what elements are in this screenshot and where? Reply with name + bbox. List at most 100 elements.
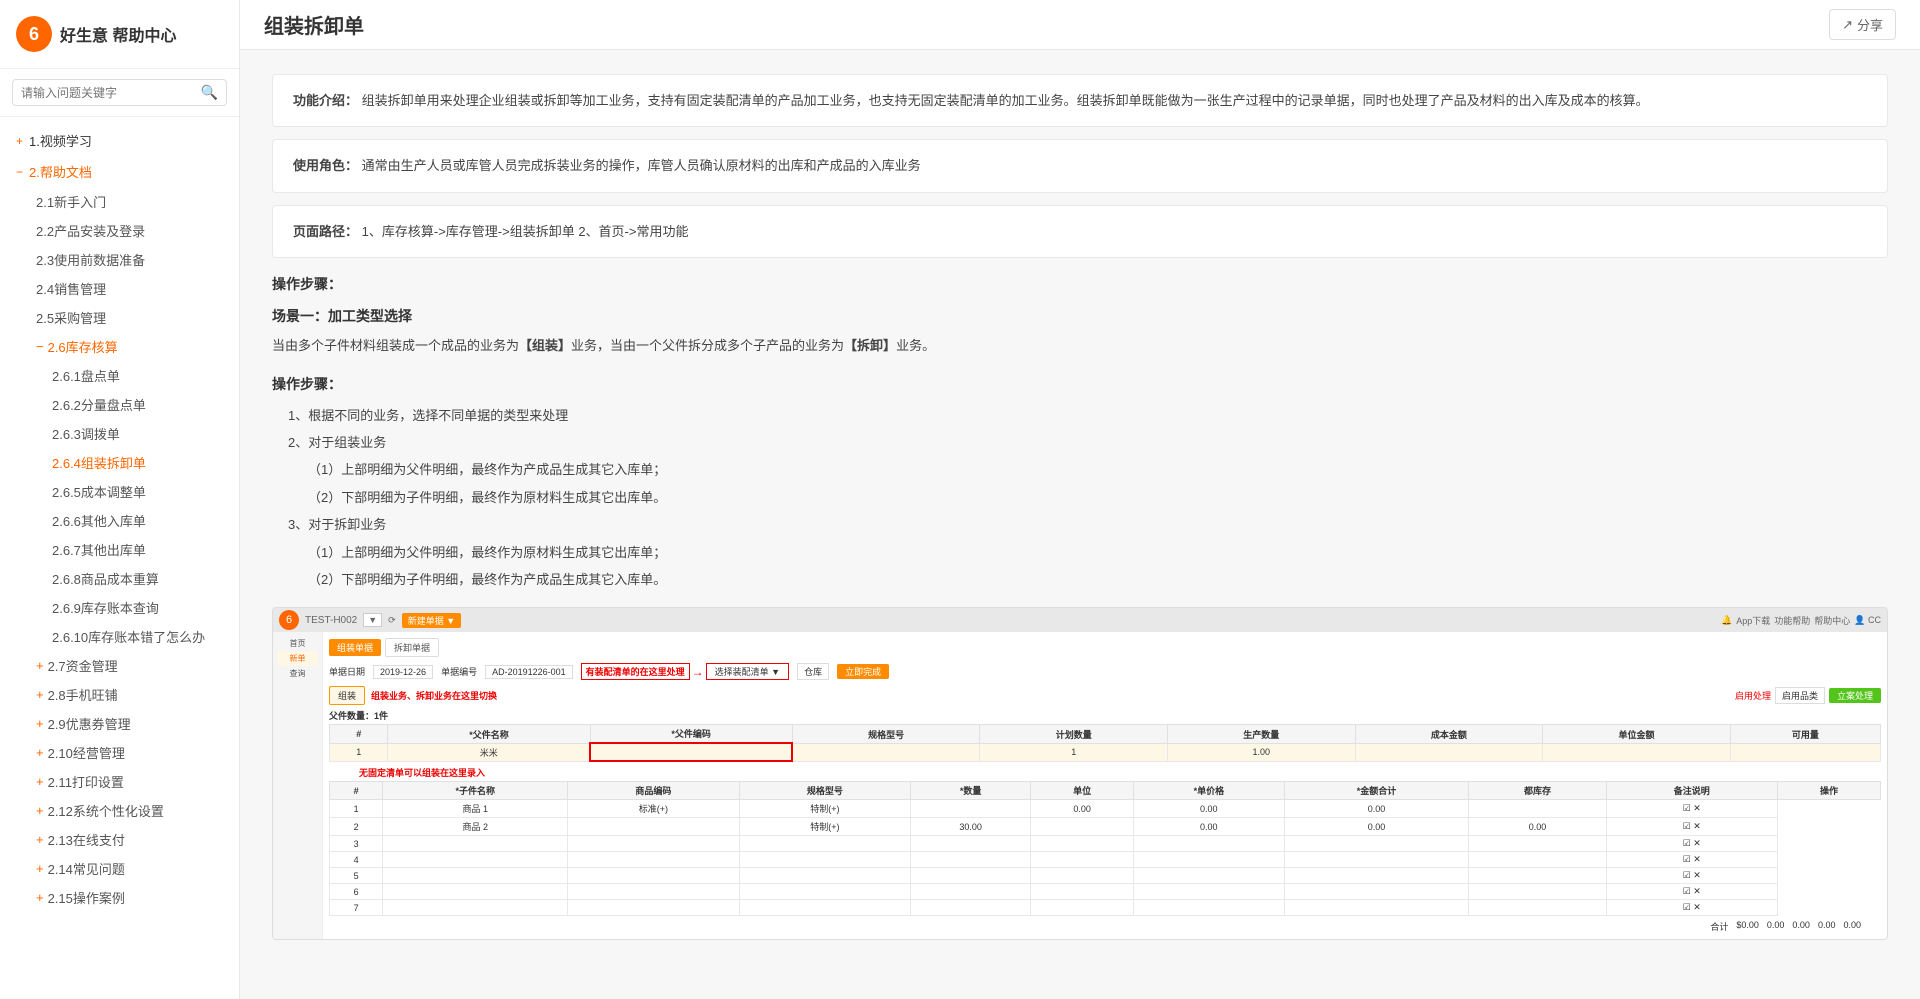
sidebar-item-2-6[interactable]: − 2.6库存核算	[28, 332, 239, 361]
role-text: 通常由生产人员或库管人员完成拆装业务的操作，库管人员确认原材料的出库和产成品的入…	[362, 158, 921, 173]
mini-warehouse: 仓库	[797, 663, 829, 680]
sidebar-item-2-9[interactable]: + 2.9优惠券管理	[28, 709, 239, 738]
sidebar-item-2-14-label: 2.14常见问题	[48, 859, 125, 878]
plus-icon-2-11: +	[36, 774, 44, 789]
sidebar-item-2-6-7[interactable]: 2.6.7其他出库单	[44, 535, 239, 564]
scene1-desc-mid: 业务，当由一个父件拆分成多个子产品的业务为	[571, 338, 844, 353]
sidebar-item-2-6-3[interactable]: 2.6.3调拨单	[44, 419, 239, 448]
nav-tree: + 1.视频学习 − 2.帮助文档 2.1新手入门 2.2产品安装及登录 2.3…	[0, 117, 239, 999]
sidebar-item-2-6-10[interactable]: 2.6.10库存账本错了怎么办	[44, 622, 239, 651]
sidebar-item-2-10-label: 2.10经营管理	[48, 743, 125, 762]
sidebar-item-2-6-4[interactable]: 2.6.4组装拆卸单	[44, 448, 239, 477]
step-2-2: （2）下部明细为子件明细，最终作为原材料生成其它出库单。	[308, 486, 1888, 509]
sidebar: 6 好生意 帮助中心 🔍 + 1.视频学习 − 2.帮助文档 2.1新手入门 2…	[0, 0, 240, 999]
col-c-spec: 规格型号	[739, 782, 910, 800]
cell-1-planqty: 1	[980, 743, 1168, 761]
mini-tabs: 组装单据 拆卸单据	[329, 638, 1881, 657]
sidebar-item-2-12[interactable]: + 2.12系统个性化设置	[28, 796, 239, 825]
sidebar-item-2-2[interactable]: 2.2产品安装及登录	[28, 216, 239, 245]
mini-enable-btn: 立案处理	[1829, 688, 1881, 703]
mini-no-label: 单据编号	[441, 665, 477, 678]
sidebar-item-2-7[interactable]: + 2.7资金管理	[28, 651, 239, 680]
col-parent-name: *父件名称	[388, 725, 590, 744]
mini-enable-select: 启用品类	[1775, 687, 1825, 704]
step-1: 1、根据不同的业务，选择不同单据的类型来处理	[288, 404, 1888, 427]
mini-child-table: # *子件名称 商品编码 规格型号 *数量 单位 *单价格 *金额合计 都库存 …	[329, 781, 1881, 916]
logo-icon: 6	[16, 16, 52, 52]
scene1-title: 场景一：加工类型选择	[272, 306, 1888, 326]
mini-left-nav: 首页 新单 查询	[273, 632, 323, 939]
intro-block: 功能介绍： 组装拆卸单用来处理企业组装或拆卸等加工业务，支持有固定装配清单的产品…	[272, 74, 1888, 127]
annotation-2-area: 组装 组装业务、拆卸业务在这里切换 启用处理 启用品类 立案处理	[329, 686, 1881, 705]
sidebar-item-2-6-6[interactable]: 2.6.6其他入库单	[44, 506, 239, 535]
col-no: #	[330, 725, 388, 744]
sidebar-item-2-14[interactable]: + 2.14常见问题	[28, 854, 239, 883]
sidebar-item-2-6-8[interactable]: 2.6.8商品成本重算	[44, 564, 239, 593]
sidebar-item-2-6-5[interactable]: 2.6.5成本调整单	[44, 477, 239, 506]
sidebar-item-2-6-2[interactable]: 2.6.2分量盘点单	[44, 390, 239, 419]
sidebar-item-2-13[interactable]: + 2.13在线支付	[28, 825, 239, 854]
total-label-3: 0.00	[1792, 920, 1810, 933]
minus-icon-2-6: −	[36, 339, 44, 354]
search-input[interactable]	[21, 86, 201, 100]
col-c-price: *单价格	[1134, 782, 1285, 800]
plus-icon-2-10: +	[36, 745, 44, 760]
plus-icon-2-7: +	[36, 658, 44, 673]
sidebar-item-2-6-9[interactable]: 2.6.9库存账本查询	[44, 593, 239, 622]
intro-label: 功能介绍：	[293, 93, 358, 108]
share-button[interactable]: ↗ 分享	[1829, 9, 1896, 40]
mini-no-value: AD-20191226-001	[485, 665, 573, 679]
sidebar-item-2-10[interactable]: + 2.10经营管理	[28, 738, 239, 767]
sidebar-item-2-11-label: 2.11打印设置	[48, 772, 124, 791]
role-label: 使用角色：	[293, 158, 358, 173]
cell-1-spec	[792, 743, 980, 761]
logo-area: 6 好生意 帮助中心	[0, 0, 239, 69]
mini-logo: 6	[279, 610, 299, 630]
col-c-amount: *金额合计	[1284, 782, 1469, 800]
col-c-no: #	[330, 782, 383, 800]
mini-child-row-1: 1 商品 1 标准(+) 特制(+) 0.00 0.00 0.00 ☑ ✕	[330, 800, 1881, 818]
group-label: 【组装】	[519, 338, 571, 353]
mini-new-btn: 新建单据 ▼	[402, 613, 461, 628]
mini-save-btn: 立即完成	[837, 664, 889, 679]
mini-dropdown: ▼	[363, 613, 382, 627]
sidebar-item-2[interactable]: − 2.帮助文档	[0, 156, 239, 187]
col-unit-cost: 单位金额	[1543, 725, 1731, 744]
expand-icon-2: −	[16, 165, 23, 179]
step-3-1: （1）上部明细为父件明细，最终作为原材料生成其它出库单；	[308, 541, 1888, 564]
app-name: 好生意 帮助中心	[60, 22, 176, 46]
sidebar-item-2-3[interactable]: 2.3使用前数据准备	[28, 245, 239, 274]
step-2: 2、对于组装业务	[288, 431, 1888, 454]
cell-1-name: 米米	[388, 743, 590, 761]
sidebar-item-2-11[interactable]: + 2.11打印设置	[28, 767, 239, 796]
step-3-2: （2）下部明细为子件明细，最终作为产成品生成其它入库单。	[308, 568, 1888, 591]
mini-nav-item-3: 查询	[277, 666, 318, 681]
sidebar-item-2-9-label: 2.9优惠券管理	[48, 714, 131, 733]
annotation-3-area: 启用处理 启用品类 立案处理	[1735, 687, 1881, 704]
sidebar-item-2-4[interactable]: 2.4销售管理	[28, 274, 239, 303]
screenshot-container: 6 TEST-H002 ▼ ⟳ 新建单据 ▼ 🔔App下载功能帮助帮助中心👤 C…	[272, 607, 1888, 940]
mini-parent-row-1: 1 米米 1 1.00	[330, 743, 1881, 761]
sidebar-item-2-5[interactable]: 2.5采购管理	[28, 303, 239, 332]
col-c-qty: *数量	[911, 782, 1031, 800]
sidebar-item-2-8[interactable]: + 2.8手机旺铺	[28, 680, 239, 709]
search-box[interactable]: 🔍	[12, 79, 227, 106]
mini-select-type-btn: 选择装配清单 ▼	[706, 663, 789, 680]
scene1-desc-text: 当由多个子件材料组装成一个成品的业务为	[272, 338, 519, 353]
sidebar-item-2-6-1[interactable]: 2.6.1盘点单	[44, 361, 239, 390]
total-label-4: 0.00	[1818, 920, 1836, 933]
total-val-1: $0.00	[1736, 920, 1759, 933]
sidebar-item-1[interactable]: + 1.视频学习	[0, 125, 239, 156]
content-area: 功能介绍： 组装拆卸单用来处理企业组装或拆卸等加工业务，支持有固定装配清单的产品…	[240, 50, 1920, 999]
col-plan-qty: 计划数量	[980, 725, 1168, 744]
sidebar-item-2-1[interactable]: 2.1新手入门	[28, 187, 239, 216]
col-spec: 规格型号	[792, 725, 980, 744]
annotation-4-area: 无固定清单可以组装在这里录入	[329, 766, 1881, 779]
sidebar-item-2-15[interactable]: + 2.15操作案例	[28, 883, 239, 912]
main-area: 组装拆卸单 ↗ 分享 功能介绍： 组装拆卸单用来处理企业组装或拆卸等加工业务，支…	[240, 0, 1920, 999]
ops-title: 操作步骤：	[272, 274, 1888, 294]
cell-1-actualqty: 1.00	[1168, 743, 1356, 761]
intro-text: 组装拆卸单用来处理企业组装或拆卸等加工业务，支持有固定装配清单的产品加工业务，也…	[362, 93, 1649, 108]
mini-child-row-7: 7 ☑ ✕	[330, 900, 1881, 916]
mini-date-label: 单据日期	[329, 665, 365, 678]
